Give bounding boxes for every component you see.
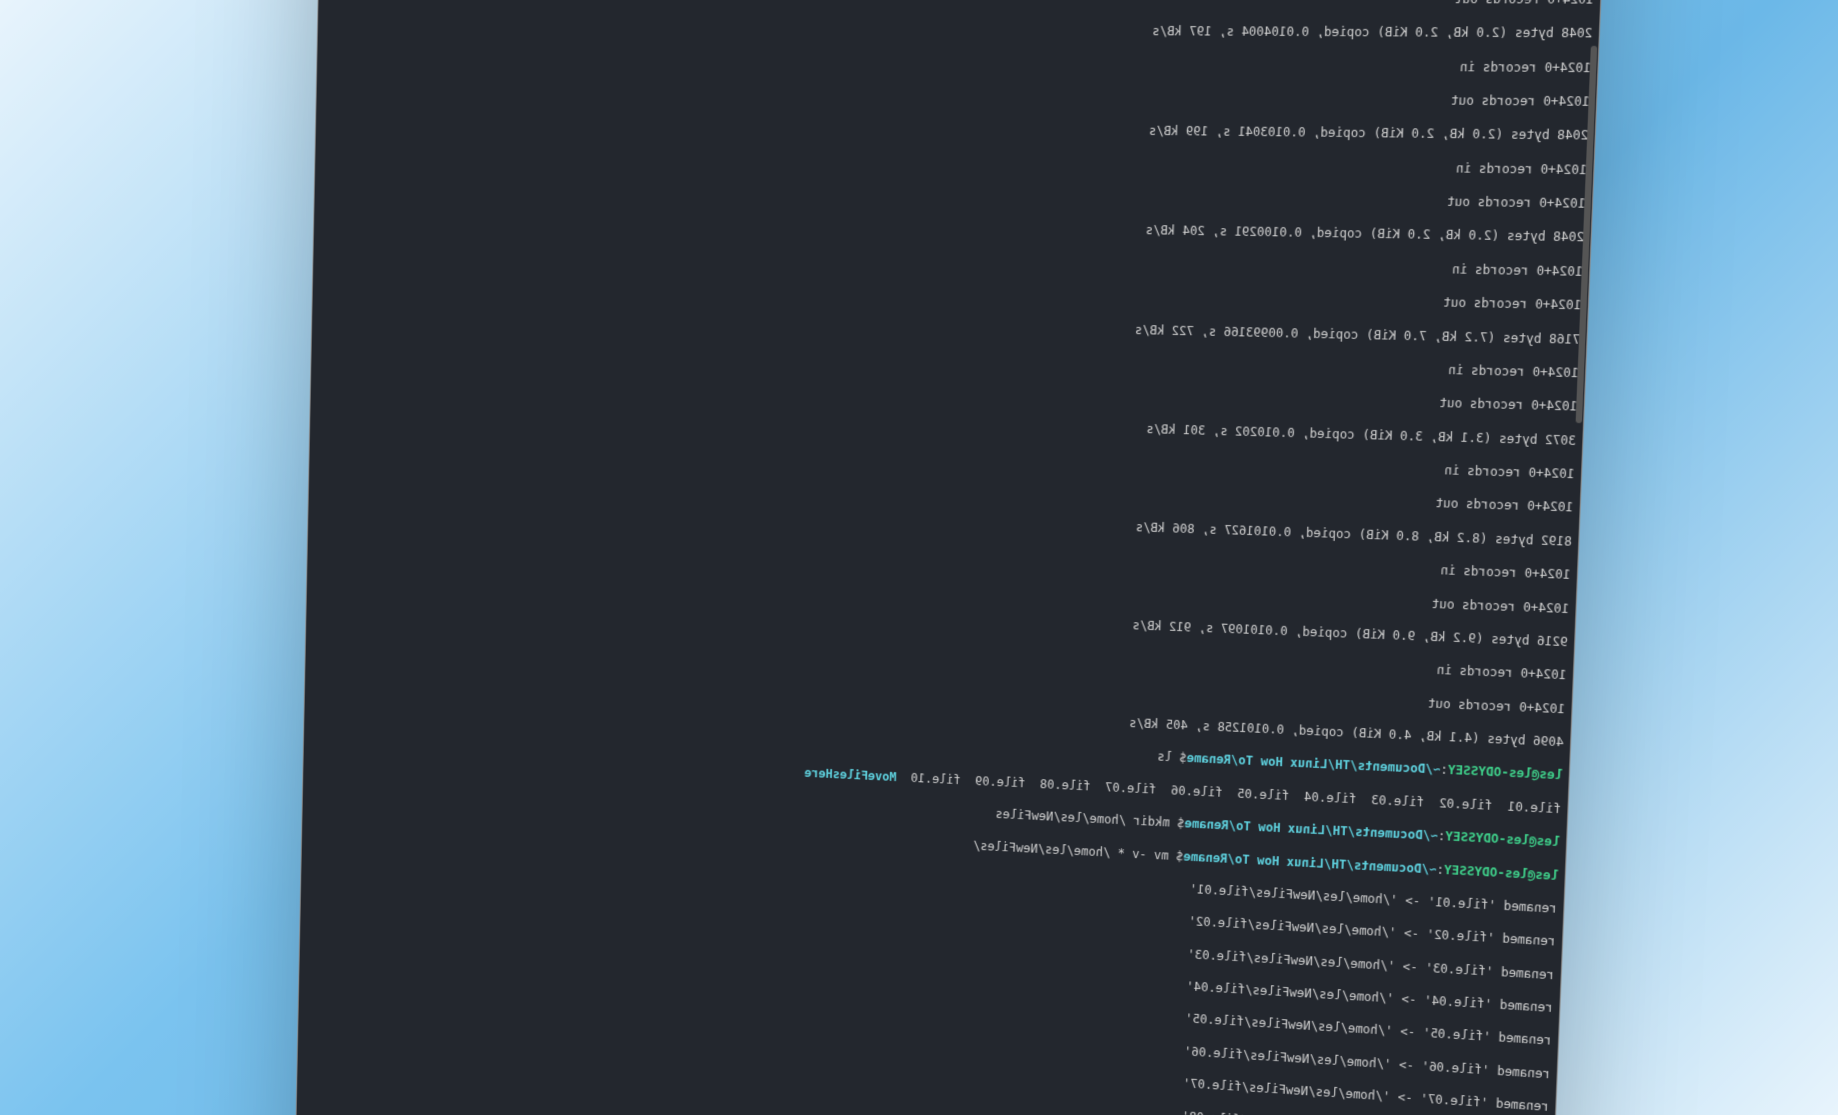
cmd-ls: ls [1157, 750, 1180, 765]
terminal-output[interactable]: les@les-ODYSSEY:~/Documents/TH/Linux How… [290, 0, 1614, 1115]
output-line: 2048 bytes (2.0 kB, 2.0 KiB) copied, 0.0… [322, 115, 1589, 145]
konsole-window: ˬ ˆ Rename : bash — Konsole File Edit Vi… [289, 0, 1618, 1115]
cmd-mv: mv -v * /home/les/NewFiles/ [973, 838, 1176, 862]
cmd-mkdir: mkdir /home/les/NewFiles [995, 807, 1177, 830]
ls-dir: MoveFilesHere [804, 766, 896, 784]
output-line: renamed 'file.10' -> '/home/les/NewFiles… [302, 1111, 1545, 1115]
prompt-user: les@les-ODYSSEY [1445, 829, 1560, 849]
prompt-user: les@les-ODYSSEY [1448, 763, 1563, 783]
output-line: 1024+0 records out [322, 83, 1590, 110]
output-line: 2048 bytes (2.0 kB, 2.0 KiB) copied, 0.0… [323, 19, 1592, 41]
desktop-background: ˬ ˆ Rename : bash — Konsole File Edit Vi… [0, 0, 1838, 1115]
prompt-path: ~/Documents/TH/Linux How To/Rename [1183, 849, 1437, 876]
prompt-path: ~/Documents/TH/Linux How To/Rename [1186, 751, 1440, 777]
output-line: 1024+0 records in [319, 241, 1583, 280]
output-line: 1024+0 records in [321, 146, 1587, 178]
prompt-user: les@les-ODYSSEY [1444, 862, 1559, 882]
output-line: 2048 bytes (2.0 kB, 2.0 KiB) copied, 0.0… [320, 209, 1585, 246]
output-line: 1024+0 records out [320, 178, 1586, 212]
output-line: 1024+0 records in [323, 51, 1592, 76]
output-line: 1024+0 records out [324, 0, 1594, 8]
prompt-path: ~/Documents/TH/Linux How To/Rename [1184, 816, 1438, 843]
